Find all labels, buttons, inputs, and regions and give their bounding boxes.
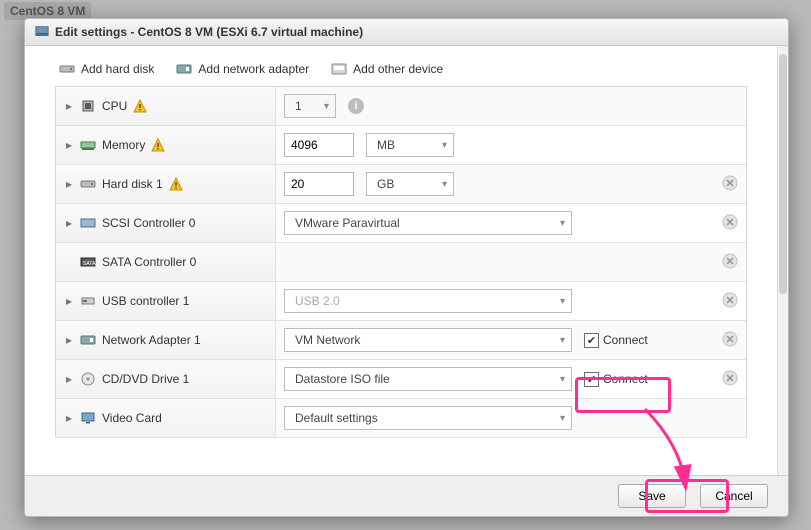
scrollbar-thumb[interactable] <box>779 54 787 294</box>
nic-connect-checkbox[interactable]: ✔ Connect <box>584 333 648 348</box>
row-video-card: ▸ Video Card Default settings ▾ <box>56 399 746 438</box>
row-scsi-controller-0: ▸ SCSI Controller 0 VMware Paravirtual ▾ <box>56 204 746 243</box>
chevron-down-icon: ▾ <box>560 218 565 229</box>
expand-cddvd[interactable]: ▸ <box>64 372 74 386</box>
cddvd-source-select[interactable]: Datastore ISO file ▾ <box>284 367 572 391</box>
cpu-count-select[interactable]: 1 ▾ <box>284 94 336 118</box>
cddvd-connect-label: Connect <box>603 372 648 386</box>
row-hard-disk-1: ▸ Hard disk 1 GB ▾ <box>56 165 746 204</box>
memory-unit-value: MB <box>377 138 395 152</box>
usb-type-select[interactable]: USB 2.0 ▾ <box>284 289 572 313</box>
nic-network-value: VM Network <box>295 333 360 347</box>
expand-scsi[interactable]: ▸ <box>64 216 74 230</box>
nic-connect-label: Connect <box>603 333 648 347</box>
video-settings-select[interactable]: Default settings ▾ <box>284 406 572 430</box>
memory-label: Memory <box>102 138 145 152</box>
chevron-down-icon: ▾ <box>560 374 565 385</box>
row-network-adapter-1: ▸ Network Adapter 1 VM Network ▾ ✔ Conne… <box>56 321 746 360</box>
dialog-footer: Save Cancel <box>25 475 788 516</box>
dialog-titlebar: Edit settings - CentOS 8 VM (ESXi 6.7 vi… <box>25 19 788 46</box>
hardware-table: ▸ CPU 1 ▾ i <box>55 86 747 438</box>
cddvd-connect-checkbox[interactable]: ✔ Connect <box>584 372 648 387</box>
save-button[interactable]: Save <box>618 484 686 508</box>
scrollbar[interactable] <box>777 46 788 475</box>
disc-icon <box>80 372 96 386</box>
row-cddvd-drive-1: ▸ CD/DVD Drive 1 Datastore ISO file ▾ ✔ … <box>56 360 746 399</box>
row-sata-controller-0: ▸ SATA SATA Controller 0 <box>56 243 746 282</box>
hdd-size-input[interactable] <box>284 172 354 196</box>
cpu-info-icon[interactable]: i <box>348 98 364 114</box>
add-hard-disk-label: Add hard disk <box>81 62 154 76</box>
add-other-device-label: Add other device <box>353 62 443 76</box>
device-icon <box>331 62 347 76</box>
remove-sata-icon[interactable] <box>722 253 738 269</box>
toolbar: Add hard disk Add network adapter Add ot… <box>55 58 747 86</box>
add-other-device-button[interactable]: Add other device <box>331 62 443 76</box>
hard-disk-icon <box>80 177 96 191</box>
chevron-down-icon: ▾ <box>324 101 329 112</box>
usb-icon <box>80 294 96 308</box>
svg-text:SATA: SATA <box>83 261 96 267</box>
add-network-adapter-button[interactable]: Add network adapter <box>176 62 309 76</box>
nic-icon <box>176 62 192 76</box>
expand-nic[interactable]: ▸ <box>64 333 74 347</box>
warning-icon <box>133 99 147 113</box>
dialog-content: Add hard disk Add network adapter Add ot… <box>25 46 777 475</box>
controller-icon <box>80 216 96 230</box>
dialog-title: Edit settings - CentOS 8 VM (ESXi 6.7 vi… <box>55 25 363 39</box>
display-icon <box>80 411 96 425</box>
settings-window-icon <box>35 25 49 39</box>
row-cpu: ▸ CPU 1 ▾ i <box>56 87 746 126</box>
cpu-icon <box>80 99 96 113</box>
cddvd-label: CD/DVD Drive 1 <box>102 372 189 386</box>
scsi-type-select[interactable]: VMware Paravirtual ▾ <box>284 211 572 235</box>
remove-nic-icon[interactable] <box>722 331 738 347</box>
memory-input[interactable] <box>284 133 354 157</box>
expand-usb[interactable]: ▸ <box>64 294 74 308</box>
warning-icon <box>151 138 165 152</box>
chevron-down-icon: ▾ <box>442 140 447 151</box>
hdd-unit-select[interactable]: GB ▾ <box>366 172 454 196</box>
video-settings-value: Default settings <box>295 411 378 425</box>
edit-settings-dialog: Edit settings - CentOS 8 VM (ESXi 6.7 vi… <box>24 18 789 517</box>
remove-usb-icon[interactable] <box>722 292 738 308</box>
nic-label: Network Adapter 1 <box>102 333 201 347</box>
remove-scsi-icon[interactable] <box>722 214 738 230</box>
checkbox-icon: ✔ <box>584 372 599 387</box>
controller-icon: SATA <box>80 255 96 269</box>
warning-icon <box>169 177 183 191</box>
remove-cddvd-icon[interactable] <box>722 370 738 386</box>
checkbox-icon: ✔ <box>584 333 599 348</box>
remove-hdd-icon[interactable] <box>722 175 738 191</box>
usb-type-value: USB 2.0 <box>295 294 340 308</box>
usb-label: USB controller 1 <box>102 294 189 308</box>
cpu-label: CPU <box>102 99 127 113</box>
add-network-adapter-label: Add network adapter <box>198 62 309 76</box>
chevron-down-icon: ▾ <box>560 335 565 346</box>
nic-network-select[interactable]: VM Network ▾ <box>284 328 572 352</box>
cpu-count-value: 1 <box>295 99 302 113</box>
video-label: Video Card <box>102 411 162 425</box>
nic-icon <box>80 333 96 347</box>
hard-disk-icon <box>59 62 75 76</box>
expand-video[interactable]: ▸ <box>64 411 74 425</box>
add-hard-disk-button[interactable]: Add hard disk <box>59 62 154 76</box>
hdd-label: Hard disk 1 <box>102 177 163 191</box>
sata-label: SATA Controller 0 <box>102 255 196 269</box>
expand-memory[interactable]: ▸ <box>64 138 74 152</box>
row-memory: ▸ Memory MB ▾ <box>56 126 746 165</box>
scsi-type-value: VMware Paravirtual <box>295 216 400 230</box>
expand-cpu[interactable]: ▸ <box>64 99 74 113</box>
cddvd-source-value: Datastore ISO file <box>295 372 390 386</box>
cancel-button[interactable]: Cancel <box>700 484 768 508</box>
chevron-down-icon: ▾ <box>560 413 565 424</box>
scsi-label: SCSI Controller 0 <box>102 216 195 230</box>
expand-hdd[interactable]: ▸ <box>64 177 74 191</box>
memory-icon <box>80 138 96 152</box>
row-usb-controller-1: ▸ USB controller 1 USB 2.0 ▾ <box>56 282 746 321</box>
chevron-down-icon: ▾ <box>442 179 447 190</box>
hdd-unit-value: GB <box>377 177 394 191</box>
memory-unit-select[interactable]: MB ▾ <box>366 133 454 157</box>
chevron-down-icon: ▾ <box>560 296 565 307</box>
